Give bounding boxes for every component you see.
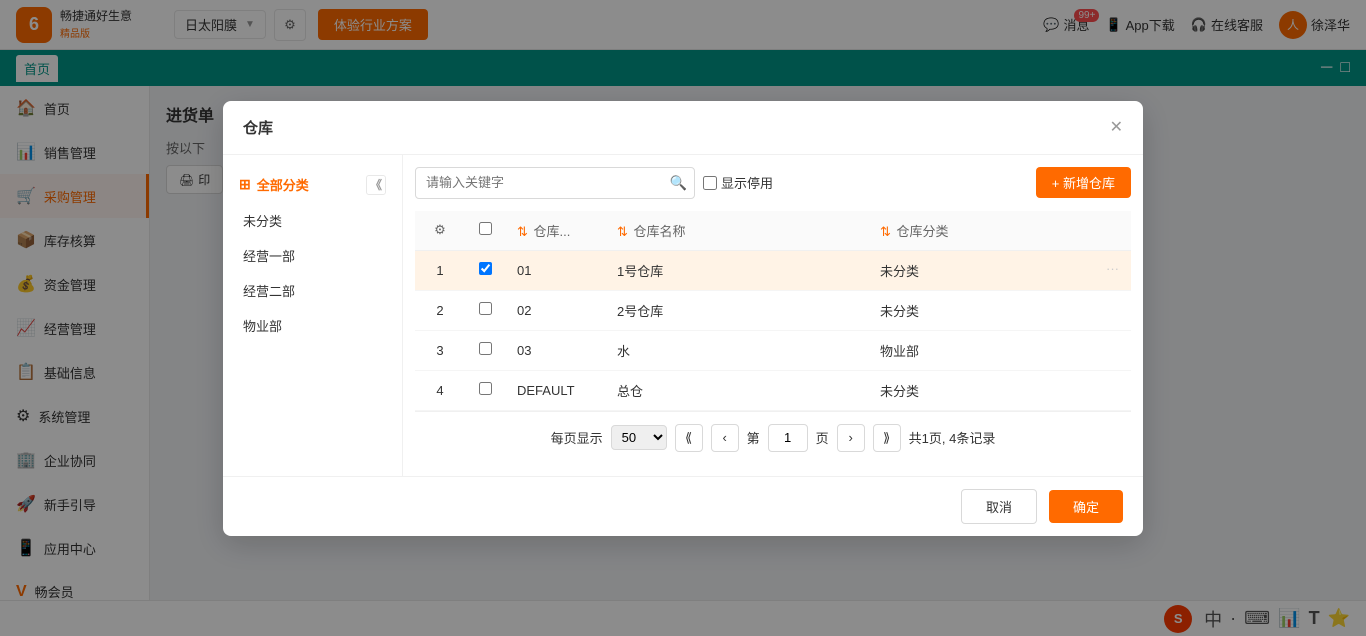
row-action-icon[interactable]: ···	[1106, 261, 1119, 276]
category-operations-1[interactable]: 经营一部	[223, 238, 402, 273]
table-header-row: ⚙ ⇅ 仓库... ⇅	[415, 211, 1131, 251]
select-all-checkbox[interactable]	[479, 222, 492, 235]
first-page-button[interactable]: ⟪	[675, 424, 703, 452]
modal-search-bar: 🔍 显示停用 + 新增仓库	[415, 167, 1131, 199]
col-header-code: ⇅ 仓库...	[505, 211, 605, 251]
row-select-checkbox[interactable]	[479, 302, 492, 315]
show-disabled-checkbox[interactable]	[703, 176, 717, 190]
all-categories-header[interactable]: ⊞ 全部分类 《	[223, 167, 402, 203]
row-num: 3	[415, 330, 465, 370]
search-icon[interactable]: 🔍	[670, 174, 687, 191]
row-code: DEFAULT	[505, 370, 605, 410]
row-num: 2	[415, 290, 465, 330]
row-name: 水	[605, 330, 868, 370]
row-checkbox-cell[interactable]	[465, 250, 505, 290]
table-settings-icon: ⚙	[434, 222, 446, 237]
total-text: 共1页, 4条记录	[909, 428, 996, 447]
sort-icon-code: ⇅	[517, 224, 528, 239]
row-checkbox-cell[interactable]	[465, 290, 505, 330]
table-row[interactable]: 1 01 1号仓库 未分类···	[415, 250, 1131, 290]
search-input-wrap: 🔍	[415, 167, 695, 199]
modal-header: 仓库 ✕	[223, 101, 1143, 155]
category-unclassified[interactable]: 未分类	[223, 203, 402, 238]
row-category: 未分类···	[868, 250, 1131, 290]
page-size-label: 每页显示	[551, 428, 603, 447]
last-page-button[interactable]: ⟫	[873, 424, 901, 452]
row-code: 03	[505, 330, 605, 370]
modal-overlay: 仓库 ✕ ⊞ 全部分类 《 未分类 经营一部 经营二部 物业部	[0, 0, 1366, 636]
page-word-label: 页	[816, 428, 829, 447]
row-checkbox-cell[interactable]	[465, 370, 505, 410]
page-number-input[interactable]	[768, 424, 808, 452]
collapse-button[interactable]: 《	[366, 175, 386, 195]
show-disabled-wrap: 显示停用	[703, 173, 773, 192]
row-category: 未分类	[868, 370, 1131, 410]
row-category: 物业部	[868, 330, 1131, 370]
row-num: 4	[415, 370, 465, 410]
row-code: 01	[505, 250, 605, 290]
modal-left-panel: ⊞ 全部分类 《 未分类 经营一部 经营二部 物业部	[223, 155, 403, 476]
all-categories-label: 全部分类	[257, 175, 309, 194]
modal-footer: 取消 确定	[223, 476, 1143, 536]
col-header-check[interactable]	[465, 211, 505, 251]
col-header-settings[interactable]: ⚙	[415, 211, 465, 251]
page-no-label: 第	[747, 428, 760, 447]
modal-title: 仓库	[243, 117, 273, 138]
col-header-name: ⇅ 仓库名称	[605, 211, 868, 251]
table-row[interactable]: 2 02 2号仓库 未分类	[415, 290, 1131, 330]
row-select-checkbox[interactable]	[479, 342, 492, 355]
table-body: 1 01 1号仓库 未分类··· 2 02 2号仓库 未分类 3 03 水 物业…	[415, 250, 1131, 410]
prev-page-button[interactable]: ‹	[711, 424, 739, 452]
search-input[interactable]	[415, 167, 695, 199]
sort-icon-category: ⇅	[880, 224, 891, 239]
modal-body: ⊞ 全部分类 《 未分类 经营一部 经营二部 物业部 🔍	[223, 155, 1143, 476]
modal-pagination: 每页显示 50 10 20 100 ⟪ ‹ 第 页 › ⟫ 共1页, 4条记录	[415, 411, 1131, 464]
row-name: 1号仓库	[605, 250, 868, 290]
row-select-checkbox[interactable]	[479, 382, 492, 395]
table-row[interactable]: 3 03 水 物业部	[415, 330, 1131, 370]
warehouse-table: ⚙ ⇅ 仓库... ⇅	[415, 211, 1131, 411]
warehouse-data-table: ⚙ ⇅ 仓库... ⇅	[415, 211, 1131, 411]
grid-icon: ⊞	[239, 176, 251, 193]
sort-icon-name: ⇅	[617, 224, 628, 239]
modal-right-panel: 🔍 显示停用 + 新增仓库 ⚙	[403, 155, 1143, 476]
row-checkbox-cell[interactable]	[465, 330, 505, 370]
category-property[interactable]: 物业部	[223, 308, 402, 343]
add-warehouse-button[interactable]: + 新增仓库	[1036, 167, 1131, 198]
cancel-button[interactable]: 取消	[961, 489, 1037, 524]
row-name: 总仓	[605, 370, 868, 410]
page-size-select[interactable]: 50 10 20 100	[611, 425, 667, 450]
row-code: 02	[505, 290, 605, 330]
warehouse-modal: 仓库 ✕ ⊞ 全部分类 《 未分类 经营一部 经营二部 物业部	[223, 101, 1143, 536]
row-category: 未分类	[868, 290, 1131, 330]
table-row[interactable]: 4 DEFAULT 总仓 未分类	[415, 370, 1131, 410]
col-header-category: ⇅ 仓库分类	[868, 211, 1131, 251]
show-disabled-label: 显示停用	[721, 173, 773, 192]
next-page-button[interactable]: ›	[837, 424, 865, 452]
row-select-checkbox[interactable]	[479, 262, 492, 275]
modal-close-button[interactable]: ✕	[1110, 117, 1123, 137]
row-name: 2号仓库	[605, 290, 868, 330]
row-num: 1	[415, 250, 465, 290]
category-operations-2[interactable]: 经营二部	[223, 273, 402, 308]
confirm-button[interactable]: 确定	[1049, 490, 1123, 523]
